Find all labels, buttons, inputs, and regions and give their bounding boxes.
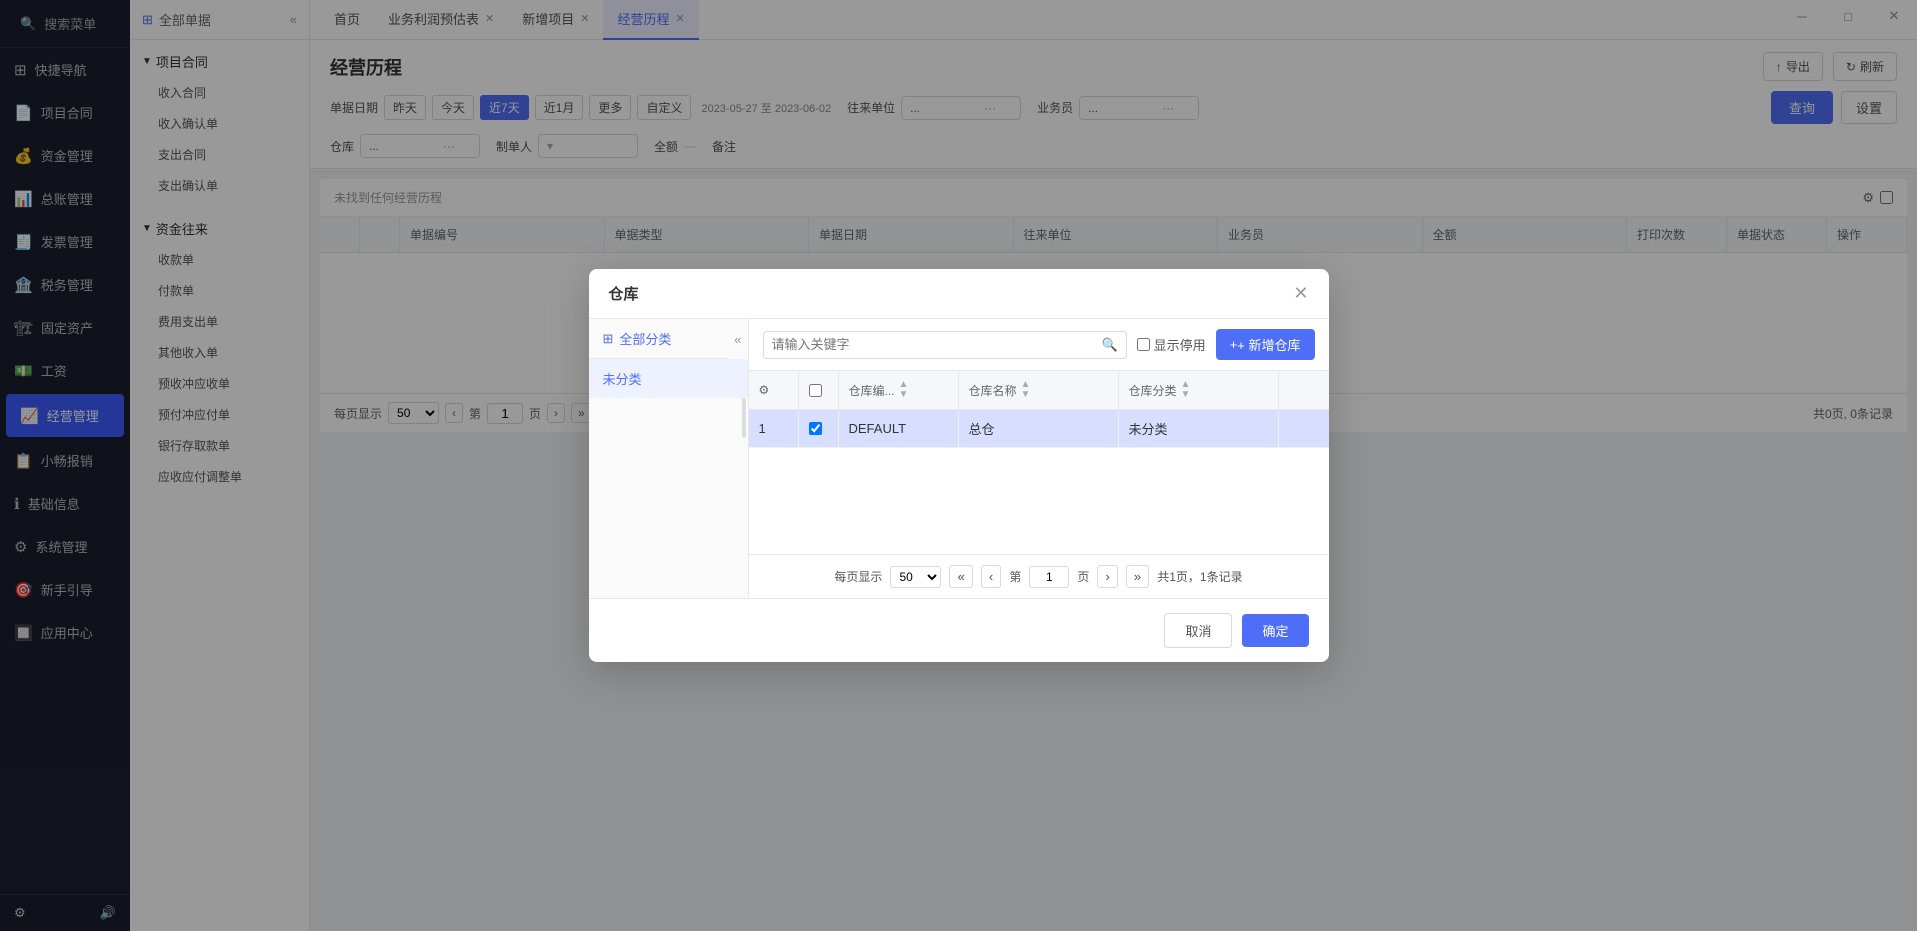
grid2-icon: ⊞: [603, 331, 614, 347]
modal-toolbar: 🔍 显示停用 + + 新增仓库: [749, 319, 1329, 371]
modal-row-checkbox-1[interactable]: [809, 422, 822, 435]
modal-per-page-select[interactable]: 50 100: [890, 566, 941, 588]
code-sort-icon: ▲▼: [899, 380, 909, 400]
modal-td-name-1: 总仓: [959, 410, 1119, 447]
modal-content: 🔍 显示停用 + + 新增仓库 ⚙: [749, 319, 1329, 598]
sidebar-scrollbar-thumb: [742, 398, 746, 438]
modal-page-label: 第: [1009, 568, 1021, 585]
modal-prev-page-btn[interactable]: ‹: [981, 565, 1001, 588]
close-button[interactable]: ✕: [1871, 0, 1917, 32]
modal-sidebar-all-categories[interactable]: ⊞ 全部分类: [589, 319, 729, 359]
modal-search-input[interactable]: [772, 337, 1098, 352]
modal-th-category: 仓库分类 ▲▼: [1119, 371, 1279, 409]
modal-sidebar-scroll-area: [589, 398, 748, 598]
window-controls: ─ □ ✕: [1779, 0, 1917, 32]
show-disabled-label[interactable]: 显示停用: [1137, 335, 1206, 354]
uncategorized-label: 未分类: [603, 369, 642, 388]
modal-th-checkbox: [799, 371, 839, 409]
modal-per-page-label: 每页显示: [834, 568, 882, 585]
modal-overlay: 仓库 ✕ ⊞ 全部分类 « 未分类: [0, 0, 1917, 931]
modal-sidebar-item-uncategorized[interactable]: 未分类: [589, 359, 748, 398]
modal-header: 仓库 ✕: [589, 269, 1329, 319]
modal-th-settings-icon[interactable]: ⚙: [759, 383, 770, 397]
modal-search-icon: 🔍: [1101, 337, 1117, 353]
show-disabled-checkbox[interactable]: [1137, 338, 1150, 351]
modal-pagination: 每页显示 50 100 « ‹ 第 页 › » 共1页，1条记录: [749, 554, 1329, 598]
modal-page-input[interactable]: [1029, 566, 1069, 588]
modal-table-header: ⚙ 仓库编... ▲▼ 仓库名称 ▲▼: [749, 371, 1329, 410]
modal-sidebar: ⊞ 全部分类 « 未分类: [589, 319, 749, 598]
modal-first-page-btn[interactable]: «: [949, 565, 972, 588]
modal-td-checkbox-1: [799, 410, 839, 447]
modal-th-name: 仓库名称 ▲▼: [959, 371, 1119, 409]
add-warehouse-button[interactable]: + + 新增仓库: [1216, 329, 1315, 360]
modal-total-info: 共1页，1条记录: [1157, 568, 1242, 585]
modal-table-row-1[interactable]: 1 DEFAULT 总仓 未分类: [749, 410, 1329, 448]
modal-confirm-button[interactable]: 确定: [1242, 614, 1308, 647]
modal-actions: 取消 确定: [589, 598, 1329, 662]
modal-select-all-checkbox[interactable]: [809, 384, 822, 397]
modal-th-settings: ⚙: [749, 371, 799, 409]
modal-td-row-num-1: 1: [749, 410, 799, 447]
show-disabled-text: 显示停用: [1154, 335, 1206, 354]
modal-search-box[interactable]: 🔍: [763, 331, 1127, 359]
modal-last-page-btn[interactable]: »: [1126, 565, 1149, 588]
modal-title: 仓库: [609, 283, 639, 304]
minimize-button[interactable]: ─: [1779, 0, 1825, 32]
modal-close-button[interactable]: ✕: [1293, 283, 1308, 304]
modal-page-unit: 页: [1077, 568, 1089, 585]
modal-all-categories-label: 全部分类: [619, 329, 671, 348]
modal-th-code: 仓库编... ▲▼: [839, 371, 959, 409]
warehouse-modal: 仓库 ✕ ⊞ 全部分类 « 未分类: [589, 269, 1329, 662]
name-sort-icon: ▲▼: [1021, 380, 1031, 400]
modal-td-category-1: 未分类: [1119, 410, 1279, 447]
modal-table: ⚙ 仓库编... ▲▼ 仓库名称 ▲▼: [749, 371, 1329, 554]
modal-body: ⊞ 全部分类 « 未分类: [589, 319, 1329, 598]
modal-next-page-btn[interactable]: ›: [1097, 565, 1117, 588]
modal-td-code-1: DEFAULT: [839, 410, 959, 447]
maximize-button[interactable]: □: [1825, 0, 1871, 32]
modal-cancel-button[interactable]: 取消: [1164, 613, 1232, 648]
modal-sidebar-collapse-btn[interactable]: «: [728, 324, 747, 355]
modal-sidebar-header-row: ⊞ 全部分类 «: [589, 319, 748, 359]
add-warehouse-icon: +: [1230, 337, 1238, 352]
category-sort-icon: ▲▼: [1181, 380, 1191, 400]
